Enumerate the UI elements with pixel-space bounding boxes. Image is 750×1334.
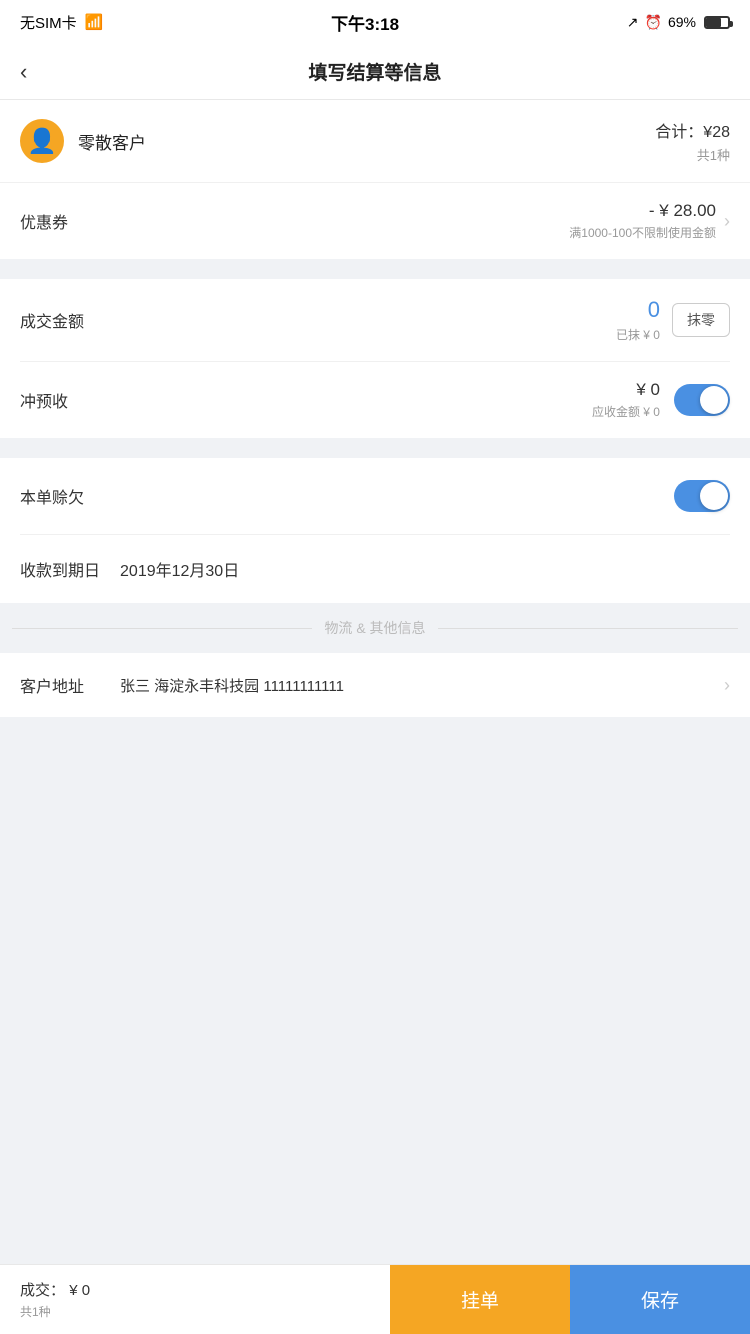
customer-left: 👤 零散客户 xyxy=(20,119,146,163)
debt-label: 本单赊欠 xyxy=(20,484,84,508)
logistics-line-left xyxy=(12,628,312,629)
save-button[interactable]: 保存 xyxy=(570,1265,750,1334)
due-date-value: 2019年12月30日 xyxy=(120,557,239,581)
empty-space xyxy=(0,717,750,917)
transaction-right: 0 已抹 ¥ 0 抹零 xyxy=(616,297,730,343)
bottom-tx-prefix: 成交： xyxy=(20,1282,65,1299)
logistics-label: 物流 & 其他信息 xyxy=(324,618,425,638)
back-button[interactable]: ‹ xyxy=(20,59,27,85)
address-row: 客户地址 张三 海淀永丰科技园 11111111111 › xyxy=(20,673,730,697)
status-bar: 无SIM卡 📶 下午3:18 ↗ ⏰ 69% xyxy=(0,0,750,44)
transaction-row: 成交金额 0 已抹 ¥ 0 抹零 xyxy=(20,279,730,362)
address-label: 客户地址 xyxy=(20,673,100,697)
coupon-desc: 满1000-100不限制使用金额 xyxy=(569,224,716,241)
bottom-bar: 成交： ¥ 0 共1种 挂单 保存 xyxy=(0,1264,750,1334)
logistics-divider: 物流 & 其他信息 xyxy=(0,603,750,653)
address-section[interactable]: 客户地址 张三 海淀永丰科技园 11111111111 › xyxy=(0,653,750,717)
total-amount: 合计：¥28 xyxy=(655,118,730,142)
avatar-icon: 👤 xyxy=(27,127,57,156)
prepay-label: 冲预收 xyxy=(20,388,68,412)
bottom-count: 共1种 xyxy=(20,1303,370,1320)
debt-row: 本单赊欠 xyxy=(20,458,730,535)
nav-title: 填写结算等信息 xyxy=(308,58,441,85)
prepay-amount-col: ¥ 0 应收金额 ¥ 0 xyxy=(592,380,660,420)
prepay-receivable: 应收金额 ¥ 0 xyxy=(592,403,660,420)
transaction-already: 已抹 ¥ 0 xyxy=(616,326,660,343)
alarm-icon: ⏰ xyxy=(645,14,662,31)
debt-toggle-knob xyxy=(700,482,728,510)
status-left: 无SIM卡 📶 xyxy=(20,12,103,33)
location-icon: ↗ xyxy=(627,14,639,31)
carrier-text: 无SIM卡 xyxy=(20,12,77,33)
customer-section: 👤 零散客户 合计：¥28 共1种 优惠券 - ¥ 28.00 满1000-10… xyxy=(0,100,750,259)
bottom-buttons: 挂单 保存 xyxy=(390,1265,750,1334)
coupon-right: - ¥ 28.00 满1000-100不限制使用金额 › xyxy=(569,201,730,241)
section-divider-2 xyxy=(0,438,750,448)
coupon-row[interactable]: 优惠券 - ¥ 28.00 满1000-100不限制使用金额 › xyxy=(0,182,750,259)
debt-toggle[interactable] xyxy=(674,480,730,512)
battery-icon xyxy=(704,16,730,29)
hang-order-button[interactable]: 挂单 xyxy=(390,1265,570,1334)
due-date-row: 收款到期日 2019年12月30日 xyxy=(20,535,730,603)
bottom-tx-label: 成交： ¥ 0 xyxy=(20,1279,370,1300)
avatar: 👤 xyxy=(20,119,64,163)
address-value: 张三 海淀永丰科技园 11111111111 xyxy=(120,675,724,696)
coupon-discount: - ¥ 28.00 xyxy=(569,201,716,221)
customer-name: 零散客户 xyxy=(78,129,146,154)
bottom-tx-value: ¥ 0 xyxy=(69,1282,90,1299)
logistics-line-right xyxy=(438,628,738,629)
transaction-section: 成交金额 0 已抹 ¥ 0 抹零 冲预收 ¥ 0 应收金额 ¥ 0 xyxy=(0,279,750,438)
transaction-amount-col: 0 已抹 ¥ 0 xyxy=(616,297,660,343)
address-chevron-icon: › xyxy=(724,675,730,696)
coupon-chevron-icon: › xyxy=(724,211,730,232)
prepay-right: ¥ 0 应收金额 ¥ 0 xyxy=(592,380,730,420)
toggle-knob xyxy=(700,386,728,414)
coupon-info: - ¥ 28.00 满1000-100不限制使用金额 xyxy=(569,201,716,241)
total-count: 共1种 xyxy=(655,145,730,164)
debt-section: 本单赊欠 收款到期日 2019年12月30日 xyxy=(0,458,750,603)
wifi-icon: 📶 xyxy=(85,13,104,31)
coupon-label: 优惠券 xyxy=(20,209,68,233)
prepay-row: 冲预收 ¥ 0 应收金额 ¥ 0 xyxy=(20,362,730,438)
customer-right: 合计：¥28 共1种 xyxy=(655,118,730,164)
transaction-value: 0 xyxy=(616,297,660,323)
prepay-toggle[interactable] xyxy=(674,384,730,416)
prepay-value: ¥ 0 xyxy=(592,380,660,400)
battery-percent: 69% xyxy=(668,14,696,30)
customer-row: 👤 零散客户 合计：¥28 共1种 xyxy=(0,100,750,182)
nav-bar: ‹ 填写结算等信息 xyxy=(0,44,750,100)
section-divider-1 xyxy=(0,269,750,279)
due-date-label: 收款到期日 xyxy=(20,557,100,581)
transaction-label: 成交金额 xyxy=(20,308,84,332)
round-zero-button[interactable]: 抹零 xyxy=(672,303,730,337)
status-right: ↗ ⏰ 69% xyxy=(627,14,730,31)
status-time: 下午3:18 xyxy=(331,10,399,35)
bottom-summary: 成交： ¥ 0 共1种 xyxy=(0,1279,390,1320)
